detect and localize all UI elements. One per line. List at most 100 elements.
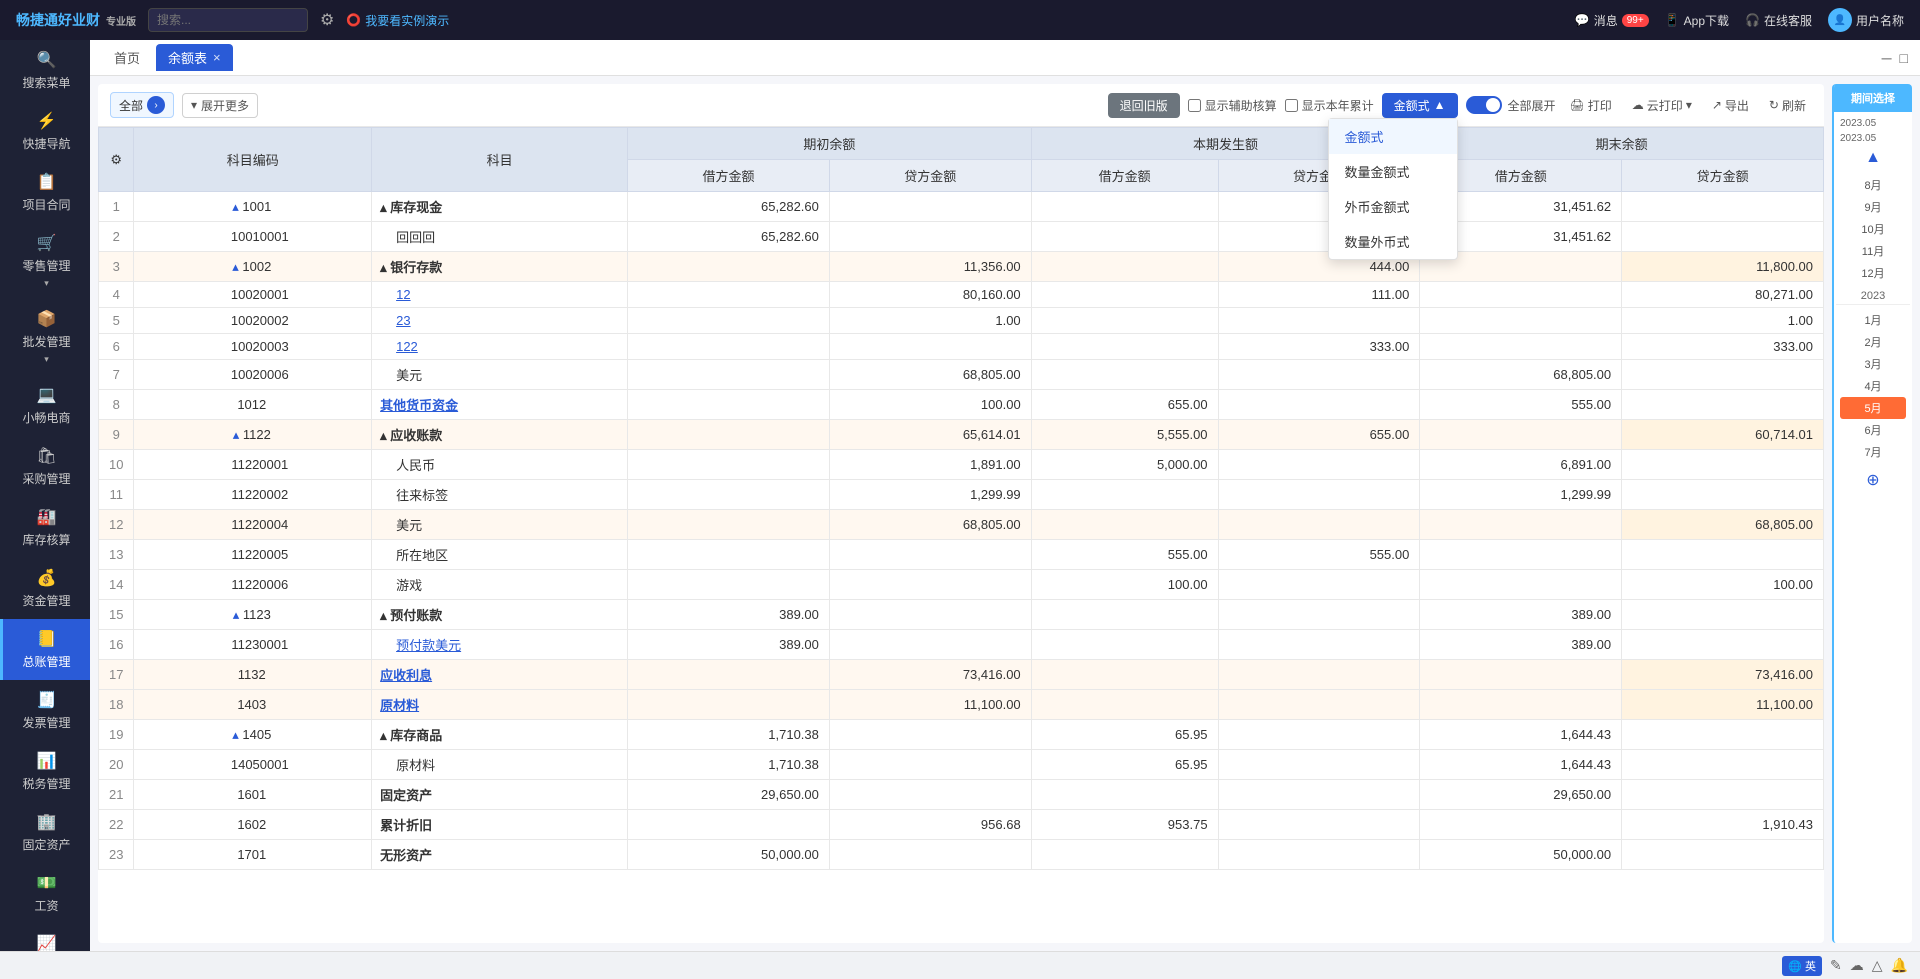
view-mode-btn[interactable]: 金额式 ▲ xyxy=(1382,93,1458,118)
right-panel-title: 期间选择 xyxy=(1834,84,1912,112)
next-year-btn[interactable]: ⊕ xyxy=(1836,467,1910,493)
month-5[interactable]: 5月 xyxy=(1840,397,1906,419)
bottom-translate-icon[interactable]: 🌐 英 xyxy=(1782,956,1822,976)
app-edition: 专业版 xyxy=(106,13,136,28)
sidebar-item-assets[interactable]: 🏢 固定资产 xyxy=(0,802,90,863)
th-settings[interactable]: ⚙ xyxy=(99,128,134,192)
table-row: 6 10020003 122 333.00 333.00 xyxy=(99,334,1824,360)
toggle-switch-btn[interactable] xyxy=(1466,96,1502,114)
sidebar-item-retail[interactable]: 🛒 零售管理 ▾ xyxy=(0,223,90,299)
cell-rownum: 21 xyxy=(99,780,134,810)
cell-code: 1601 xyxy=(134,780,372,810)
chevron-up-icon: ▲ xyxy=(1434,98,1446,112)
month-1[interactable]: 1月 xyxy=(1840,309,1906,331)
quicknav-icon: ⚡ xyxy=(37,111,57,131)
dropdown-item-amount[interactable]: 金额式 xyxy=(1329,119,1457,154)
sidebar-item-ledger[interactable]: 📒 总账管理 xyxy=(0,619,90,680)
user-avatar[interactable]: 👤 用户名称 xyxy=(1828,8,1904,32)
print-icon: 🖨 xyxy=(1570,98,1585,112)
sidebar-item-capital[interactable]: 💰 资金管理 xyxy=(0,558,90,619)
cell-subject: 23 xyxy=(372,308,628,334)
month-6[interactable]: 6月 xyxy=(1840,419,1906,441)
cell-subject: 美元 xyxy=(372,510,628,540)
cell-code: ▴ 1002 xyxy=(134,252,372,282)
return-old-btn[interactable]: 退回旧版 xyxy=(1108,93,1180,118)
cell-code: 1602 xyxy=(134,810,372,840)
show-auxiliary-check[interactable]: 显示辅助核算 xyxy=(1188,97,1277,114)
cell-close-credit xyxy=(1622,222,1824,252)
cell-close-credit xyxy=(1622,750,1824,780)
messages-btn[interactable]: 💬 消息 99+ xyxy=(1575,12,1649,29)
cell-close-debit: 389.00 xyxy=(1420,630,1622,660)
settings-icon[interactable]: ⚙ xyxy=(320,10,334,30)
view-mode-dropdown[interactable]: 金额式 ▲ 金额式 数量金额式 外币金额式 数量外币式 xyxy=(1382,93,1458,118)
sidebar-item-inventory[interactable]: 🏭 库存核算 xyxy=(0,497,90,558)
refresh-btn[interactable]: ↻ 刷新 xyxy=(1763,94,1812,117)
breadcrumb-arrow[interactable]: › xyxy=(147,96,165,114)
month-12[interactable]: 12月 xyxy=(1840,262,1906,284)
sidebar-item-tax[interactable]: 📊 税务管理 xyxy=(0,741,90,802)
month-7[interactable]: 7月 xyxy=(1840,441,1906,463)
expand-all-toggle[interactable]: 全部展开 xyxy=(1466,96,1556,114)
export-btn[interactable]: ↗ 导出 xyxy=(1706,94,1755,117)
sidebar-item-operations[interactable]: 📈 经营管理 xyxy=(0,924,90,951)
sidebar-item-wholesale[interactable]: 📦 批发管理 ▾ xyxy=(0,299,90,375)
print-btn[interactable]: 🖨 打印 xyxy=(1564,94,1618,117)
bottom-edit-icon[interactable]: ✎ xyxy=(1830,957,1842,974)
cloud-print-btn[interactable]: ☁ 云打印 ▾ xyxy=(1626,94,1698,117)
period-start: 2023.05 xyxy=(1840,118,1876,129)
month-8[interactable]: 8月 xyxy=(1840,174,1906,196)
dropdown-item-qty-amount[interactable]: 数量金额式 xyxy=(1329,154,1457,189)
sidebar-item-search[interactable]: 🔍 搜索菜单 xyxy=(0,40,90,101)
cell-code: 10020003 xyxy=(134,334,372,360)
sidebar-item-invoice[interactable]: 🧾 发票管理 xyxy=(0,680,90,741)
bottom-notify-icon[interactable]: 🔔 xyxy=(1891,957,1908,974)
year-total-checkbox[interactable] xyxy=(1285,99,1298,112)
top-search-input[interactable] xyxy=(148,8,308,32)
demo-link[interactable]: ⭕ 我要看实例演示 xyxy=(346,12,449,29)
bottom-upload-icon[interactable]: △ xyxy=(1872,957,1883,974)
toolbar: 全部 › ▾ 展开更多 退回旧版 显示辅助核算 xyxy=(98,84,1824,127)
prev-year-btn[interactable]: ▲ xyxy=(1836,146,1910,170)
show-year-total-check[interactable]: 显示本年累计 xyxy=(1285,97,1374,114)
tab-home[interactable]: 首页 xyxy=(102,44,152,71)
cell-close-credit: 80,271.00 xyxy=(1622,282,1824,308)
tab-minimize-btn[interactable]: ─ xyxy=(1882,50,1892,66)
month-9[interactable]: 9月 xyxy=(1840,196,1906,218)
sidebar-item-project[interactable]: 📋 项目合同 xyxy=(0,162,90,223)
online-service-btn[interactable]: 🎧 在线客服 xyxy=(1745,12,1812,29)
th-subject: 科目 xyxy=(372,128,628,192)
sidebar-label-invoice: 发票管理 xyxy=(22,714,70,731)
cell-close-debit: 1,644.43 xyxy=(1420,720,1622,750)
dropdown-item-foreign-amount[interactable]: 外币金额式 xyxy=(1329,189,1457,224)
cell-open-debit xyxy=(628,420,830,450)
cell-cur-credit: 111.00 xyxy=(1218,282,1420,308)
table-row: 15 ▴ 1123 ▴ 预付账款 389.00 389.00 xyxy=(99,600,1824,630)
sidebar-item-payroll[interactable]: 💵 工资 xyxy=(0,863,90,924)
month-3[interactable]: 3月 xyxy=(1840,353,1906,375)
table-row: 14 11220006 游戏 100.00 100.00 xyxy=(99,570,1824,600)
cell-subject: 美元 xyxy=(372,360,628,390)
cell-open-credit: 65,614.01 xyxy=(829,420,1031,450)
sidebar-item-ecommerce[interactable]: 💻 小畅电商 xyxy=(0,375,90,436)
expand-more-btn[interactable]: ▾ 展开更多 xyxy=(182,93,258,118)
month-11[interactable]: 11月 xyxy=(1840,240,1906,262)
month-4[interactable]: 4月 xyxy=(1840,375,1906,397)
auxiliary-checkbox[interactable] xyxy=(1188,99,1201,112)
cell-close-debit xyxy=(1420,420,1622,450)
tab-balance-label: 余额表 xyxy=(168,48,207,67)
sidebar-item-purchase[interactable]: 🛍 采购管理 xyxy=(0,436,90,497)
bottom-cloud-icon[interactable]: ☁ xyxy=(1850,957,1864,974)
cell-close-credit xyxy=(1622,450,1824,480)
month-10[interactable]: 10月 xyxy=(1840,218,1906,240)
table-row: 3 ▴ 1002 ▴ 银行存款 11,356.00 444.00 11,800.… xyxy=(99,252,1824,282)
cell-close-credit: 73,416.00 xyxy=(1622,660,1824,690)
dropdown-item-qty-foreign[interactable]: 数量外币式 xyxy=(1329,224,1457,259)
app-download-btn[interactable]: 📱 App下载 xyxy=(1665,12,1729,29)
tab-maximize-btn[interactable]: □ xyxy=(1900,50,1908,66)
month-2[interactable]: 2月 xyxy=(1840,331,1906,353)
sidebar-item-quicknav[interactable]: ⚡ 快捷导航 xyxy=(0,101,90,162)
tab-close-icon[interactable]: × xyxy=(213,50,221,65)
cell-open-credit: 1,299.99 xyxy=(829,480,1031,510)
tab-balance[interactable]: 余额表 × xyxy=(156,44,233,71)
